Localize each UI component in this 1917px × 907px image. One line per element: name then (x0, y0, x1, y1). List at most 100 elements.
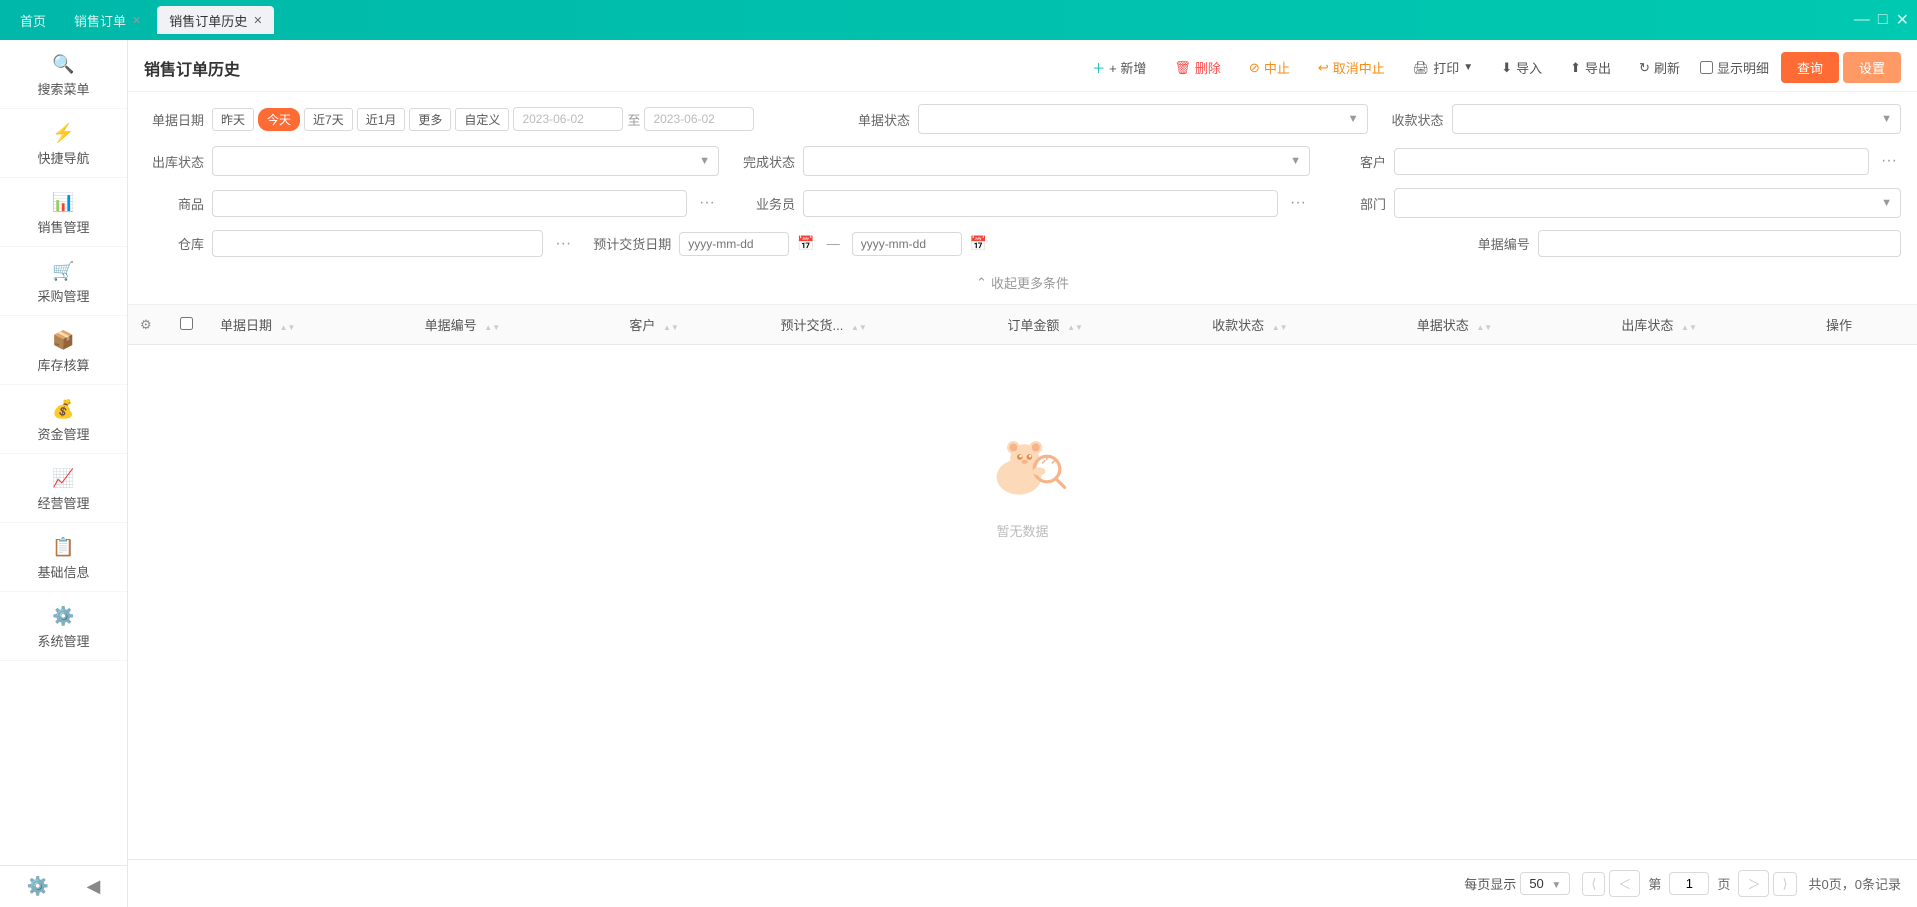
th-delivery-status-sort-icon[interactable]: ▲▼ (1681, 324, 1697, 332)
page-number-input[interactable] (1669, 872, 1709, 895)
sidebar-item-inventory[interactable]: 📦 库存核算 (0, 316, 127, 385)
sidebar-item-basic-info[interactable]: 📋 基础信息 (0, 523, 127, 592)
customer-input[interactable] (1394, 148, 1869, 175)
operations-icon: 📈 (52, 468, 74, 489)
table-container: ⚙ 单据日期 ▲▼ 单据编号 ▲▼ (128, 305, 1917, 859)
date-btn-1month[interactable]: 近1月 (357, 108, 406, 131)
sidebar-item-operations[interactable]: 📈 经营管理 (0, 454, 127, 523)
collapse-label: 收起更多条件 (991, 273, 1069, 292)
salesperson-ellipsis-button[interactable]: ··· (1286, 194, 1310, 212)
refresh-label: 刷新 (1654, 58, 1680, 77)
toolbar: ＋ + 新增 🗑 删除 ⊘ 中止 ↩ 取消中止 (1084, 52, 1901, 83)
payment-status-filter: 收款状态 ▼ (1384, 104, 1902, 134)
select-all-checkbox[interactable] (180, 317, 193, 330)
expected-date-start-input[interactable] (679, 232, 789, 256)
tab-sales-order-close[interactable]: ✕ (132, 14, 141, 27)
quick-nav-icon: ⚡ (52, 123, 74, 144)
settings-button[interactable]: 设置 (1843, 52, 1901, 83)
th-customer-sort-icon[interactable]: ▲▼ (663, 324, 679, 332)
th-bill-status: 单据状态 ▲▼ (1405, 305, 1610, 345)
tab-sales-order[interactable]: 销售订单 ✕ (62, 6, 153, 34)
bill-status-select[interactable]: ▼ (918, 104, 1368, 134)
expected-date-end-input[interactable] (852, 232, 962, 256)
sidebar-item-sales-label: 销售管理 (37, 217, 89, 236)
page-size-label: 每页显示 (1464, 874, 1516, 893)
date-start-input[interactable] (513, 107, 623, 131)
date-end-input[interactable] (644, 107, 754, 131)
expected-date-calendar-start-icon[interactable]: 📅 (797, 235, 814, 252)
date-btn-custom[interactable]: 自定义 (455, 108, 509, 131)
date-btn-yesterday[interactable]: 昨天 (212, 108, 254, 131)
expected-date-label: 预计交货日期 (591, 234, 671, 253)
stop-label: 中止 (1264, 58, 1290, 77)
query-button[interactable]: 查询 (1781, 52, 1839, 83)
next-page-button[interactable]: ＞ (1738, 870, 1769, 897)
delete-button[interactable]: 🗑 删除 (1166, 54, 1229, 81)
sidebar-item-quick-nav[interactable]: ⚡ 快捷导航 (0, 109, 127, 178)
sidebar-item-purchase[interactable]: 🛒 采购管理 (0, 247, 127, 316)
stop-button[interactable]: ⊘ 中止 (1241, 54, 1298, 81)
tab-sales-order-history-close[interactable]: ✕ (253, 14, 262, 27)
page-size-select: 每页显示 50 ▼ (1464, 872, 1570, 895)
th-amount-sort-icon[interactable]: ▲▼ (1067, 324, 1083, 332)
warehouse-input[interactable] (212, 230, 543, 257)
bill-status-label: 单据状态 (850, 110, 910, 129)
table-settings-icon[interactable]: ⚙ (140, 317, 152, 332)
sidebar-item-system[interactable]: ⚙️ 系统管理 (0, 592, 127, 661)
prev-page-button[interactable]: ＜ (1609, 870, 1640, 897)
print-button[interactable]: 🖨 打印 ▼ (1405, 54, 1481, 81)
new-button[interactable]: ＋ + 新增 (1084, 54, 1154, 81)
delivery-status-arrow-icon: ▼ (699, 155, 710, 167)
page-title: 销售订单历史 (144, 56, 240, 80)
collapse-button[interactable]: ⌃ 收起更多条件 (976, 273, 1069, 292)
th-bill-status-sort-icon[interactable]: ▲▼ (1476, 324, 1492, 332)
customer-ellipsis-button[interactable]: ··· (1877, 152, 1901, 170)
payment-status-select[interactable]: ▼ (1452, 104, 1902, 134)
tab-sales-order-history-label: 销售订单历史 (169, 11, 247, 30)
export-label: 导出 (1585, 58, 1611, 77)
bill-number-input[interactable] (1538, 230, 1901, 257)
complete-status-filter: 完成状态 ▼ (735, 146, 1310, 176)
date-btn-today[interactable]: 今天 (258, 108, 300, 131)
tab-home[interactable]: 首页 (8, 6, 58, 34)
sidebar-item-search[interactable]: 🔍 搜索菜单 (0, 40, 127, 109)
import-button[interactable]: ⬇ 导入 (1493, 54, 1550, 81)
close-window-button[interactable]: ✕ (1896, 10, 1909, 30)
salesperson-input[interactable] (803, 190, 1278, 217)
search-icon: 🔍 (52, 54, 74, 75)
sidebar-collapse-icon[interactable]: ◀ (86, 876, 100, 897)
finance-icon: 💰 (52, 399, 74, 420)
expected-date-calendar-end-icon[interactable]: 📅 (970, 235, 987, 252)
sidebar-item-finance[interactable]: 💰 资金管理 (0, 385, 127, 454)
tab-sales-order-history[interactable]: 销售订单历史 ✕ (157, 6, 274, 34)
product-input[interactable] (212, 190, 687, 217)
delivery-status-select[interactable]: ▼ (212, 146, 719, 176)
department-select[interactable]: ▼ (1394, 188, 1901, 218)
maximize-button[interactable]: □ (1878, 11, 1888, 29)
date-btn-7days[interactable]: 近7天 (304, 108, 353, 131)
sidebar-item-sales[interactable]: 📊 销售管理 (0, 178, 127, 247)
refresh-button[interactable]: ↻ 刷新 (1631, 54, 1688, 81)
th-date-sort-icon[interactable]: ▲▼ (280, 324, 296, 332)
th-number-sort-icon[interactable]: ▲▼ (484, 324, 500, 332)
sidebar-settings-icon[interactable]: ⚙️ (27, 876, 49, 897)
delivery-status-filter: 出库状态 ▼ (144, 146, 719, 176)
date-buttons: 昨天 今天 近7天 近1月 更多 自定义 至 (212, 107, 754, 131)
expected-date-range-dash: — (827, 236, 840, 251)
export-button[interactable]: ⬆ 导出 (1562, 54, 1619, 81)
cancel-stop-button[interactable]: ↩ 取消中止 (1310, 54, 1393, 81)
minimize-button[interactable]: — (1854, 11, 1870, 29)
product-ellipsis-button[interactable]: ··· (695, 194, 719, 212)
empty-illustration (973, 425, 1073, 505)
stop-icon: ⊘ (1249, 60, 1260, 76)
th-expected-date-sort-icon[interactable]: ▲▼ (851, 324, 867, 332)
display-detail-checkbox[interactable] (1700, 61, 1713, 74)
page-size-box[interactable]: 50 ▼ (1520, 872, 1570, 895)
th-payment-status-sort-icon[interactable]: ▲▼ (1272, 324, 1288, 332)
warehouse-ellipsis-button[interactable]: ··· (551, 235, 575, 253)
first-page-button[interactable]: ⟨ (1582, 872, 1605, 896)
date-btn-more[interactable]: 更多 (409, 108, 451, 131)
content-area: 销售订单历史 ＋ + 新增 🗑 删除 ⊘ 中止 ↩ (128, 40, 1917, 907)
complete-status-select[interactable]: ▼ (803, 146, 1310, 176)
last-page-button[interactable]: ⟩ (1773, 872, 1796, 896)
